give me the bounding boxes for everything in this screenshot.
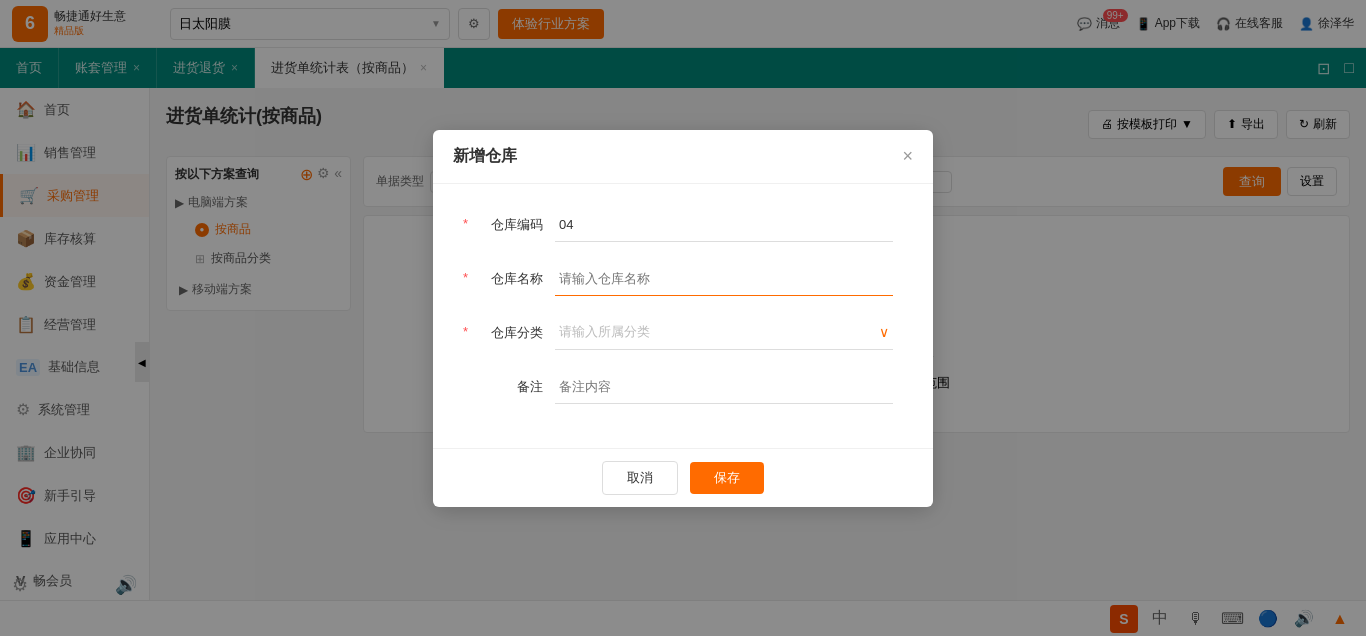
add-warehouse-dialog: 新增仓库 × 仓库编码 仓库名称 仓库分类 请输入所属分类 ∨ <box>433 130 933 507</box>
code-label: 仓库编码 <box>473 216 543 234</box>
form-row-category: 仓库分类 请输入所属分类 ∨ <box>473 316 893 350</box>
code-input[interactable] <box>555 208 893 242</box>
form-row-code: 仓库编码 <box>473 208 893 242</box>
form-row-name: 仓库名称 <box>473 262 893 296</box>
form-row-note: 备注 <box>473 370 893 404</box>
modal-overlay: 新增仓库 × 仓库编码 仓库名称 仓库分类 请输入所属分类 ∨ <box>0 0 1366 636</box>
dialog-footer: 取消 保存 <box>433 448 933 507</box>
note-label: 备注 <box>473 378 543 396</box>
dialog-header: 新增仓库 × <box>433 130 933 184</box>
name-label: 仓库名称 <box>473 270 543 288</box>
cancel-button[interactable]: 取消 <box>602 461 678 495</box>
save-button[interactable]: 保存 <box>690 462 764 494</box>
dialog-title: 新增仓库 <box>453 146 517 167</box>
dialog-close-button[interactable]: × <box>902 146 913 167</box>
category-placeholder: 请输入所属分类 <box>559 323 650 341</box>
dialog-body: 仓库编码 仓库名称 仓库分类 请输入所属分类 ∨ 备注 <box>433 184 933 448</box>
category-dropdown-icon: ∨ <box>879 324 889 340</box>
category-label: 仓库分类 <box>473 324 543 342</box>
category-select[interactable]: 请输入所属分类 ∨ <box>555 316 893 350</box>
name-input[interactable] <box>555 262 893 296</box>
note-input[interactable] <box>555 370 893 404</box>
